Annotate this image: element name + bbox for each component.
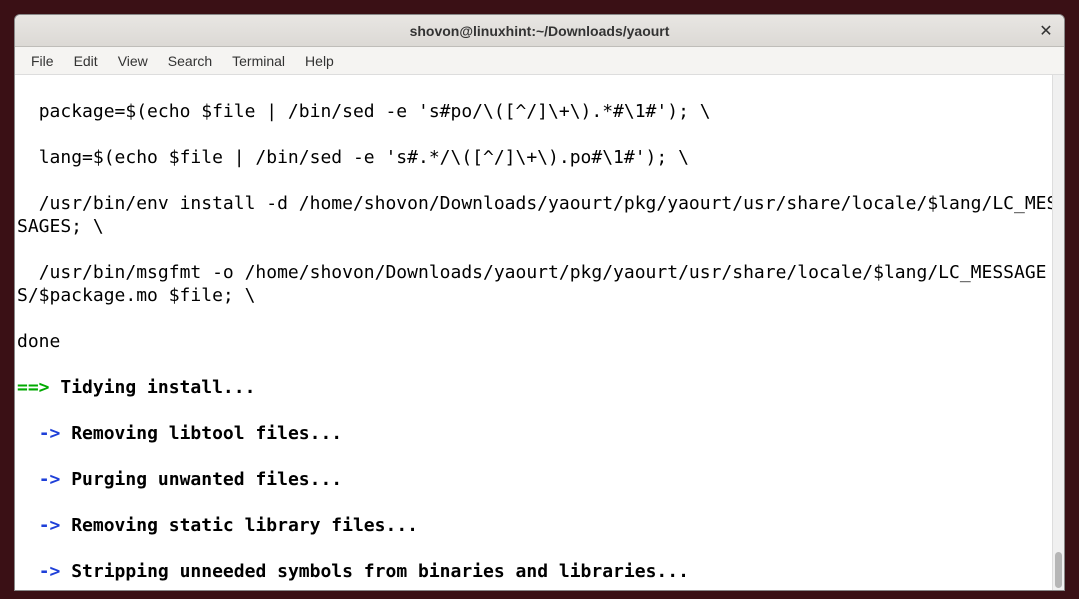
arrow-icon: -> xyxy=(17,515,60,536)
window-title: shovon@linuxhint:~/Downloads/yaourt xyxy=(410,23,670,39)
output-line: /usr/bin/msgfmt -o /home/shovon/Download… xyxy=(17,261,1064,307)
terminal-output[interactable]: package=$(echo $file | /bin/sed -e 's#po… xyxy=(15,75,1064,590)
output-line: package=$(echo $file | /bin/sed -e 's#po… xyxy=(17,100,1064,123)
arrow-icon: -> xyxy=(17,423,60,444)
menu-file[interactable]: File xyxy=(21,49,64,73)
output-line: -> Removing libtool files... xyxy=(17,422,1064,445)
close-icon[interactable]: ✕ xyxy=(1036,21,1056,41)
menu-edit[interactable]: Edit xyxy=(64,49,108,73)
menubar: File Edit View Search Terminal Help xyxy=(15,47,1064,75)
terminal-window: shovon@linuxhint:~/Downloads/yaourt ✕ Fi… xyxy=(14,14,1065,591)
scroll-thumb[interactable] xyxy=(1055,552,1062,588)
output-line: lang=$(echo $file | /bin/sed -e 's#.*/\(… xyxy=(17,146,1064,169)
output-line: /usr/bin/env install -d /home/shovon/Dow… xyxy=(17,192,1064,238)
titlebar: shovon@linuxhint:~/Downloads/yaourt ✕ xyxy=(15,15,1064,47)
output-line: ==> Tidying install... xyxy=(17,376,1064,399)
arrow-icon: ==> xyxy=(17,377,50,398)
arrow-icon: -> xyxy=(17,561,60,582)
output-line: -> Removing static library files... xyxy=(17,514,1064,537)
output-line: -> Purging unwanted files... xyxy=(17,468,1064,491)
menu-view[interactable]: View xyxy=(108,49,158,73)
scrollbar[interactable] xyxy=(1052,75,1064,590)
menu-terminal[interactable]: Terminal xyxy=(222,49,295,73)
output-line: -> Stripping unneeded symbols from binar… xyxy=(17,560,1064,583)
arrow-icon: -> xyxy=(17,469,60,490)
output-line: done xyxy=(17,330,1064,353)
menu-search[interactable]: Search xyxy=(158,49,222,73)
menu-help[interactable]: Help xyxy=(295,49,344,73)
